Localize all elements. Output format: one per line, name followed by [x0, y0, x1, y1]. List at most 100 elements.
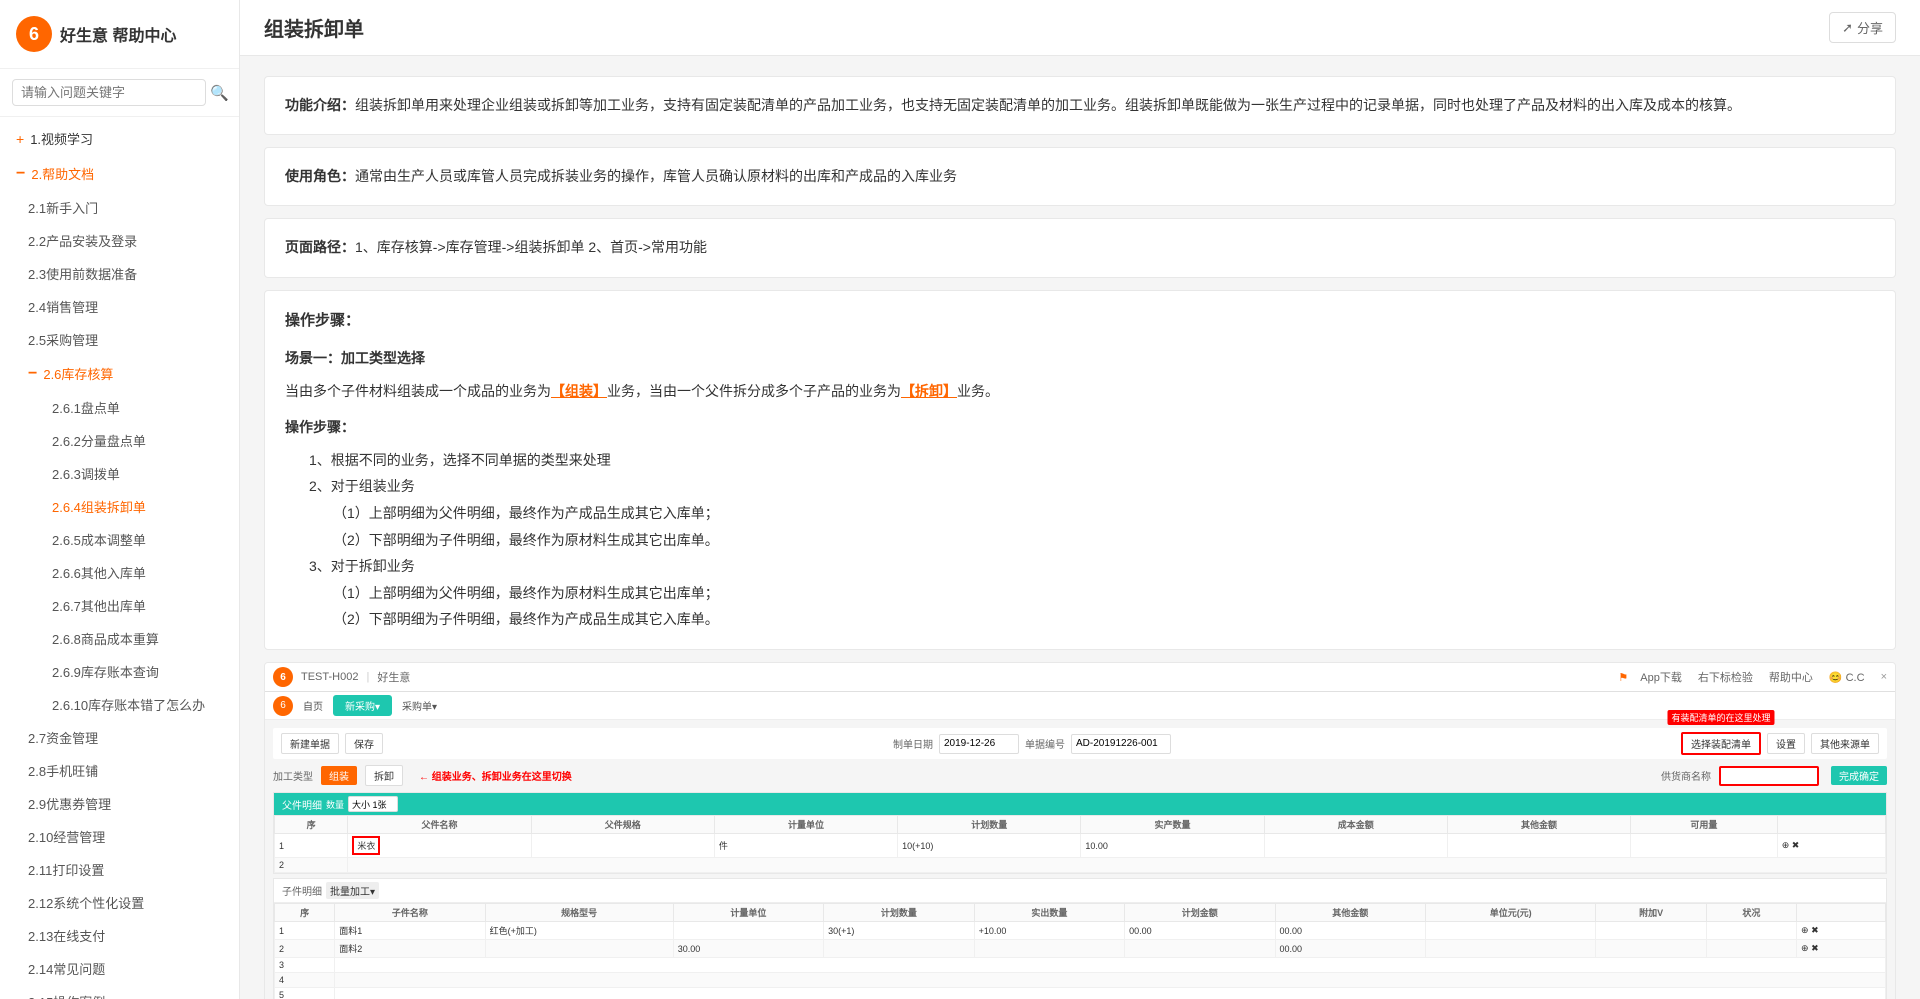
- sidebar-item-266[interactable]: 2.6.6其他入库单: [16, 556, 239, 589]
- table-row: 2 面料2 30.00 00.00: [275, 940, 1886, 958]
- mock-date-input[interactable]: [939, 734, 1019, 754]
- page-title: 组装拆卸单: [264, 13, 364, 42]
- operations-card: 操作步骤： 场景一：加工类型选择 当由多个子件材料组装成一个成品的业务为【组装】…: [264, 290, 1896, 650]
- mock-upper-table-container: 父件明细 数量 序 父件名称 父件规格 计量单位: [273, 792, 1887, 874]
- nav-section: + 1.视频学习 − 2.帮助文档 2.1新手入门 2.2产品安装及登录 2.3…: [0, 117, 239, 999]
- mock-disassembly-btn[interactable]: 拆卸: [365, 765, 403, 786]
- sidebar-item-211[interactable]: 2.11打印设置: [0, 853, 239, 886]
- step1: 1、根据不同的业务，选择不同单据的类型来处理: [309, 447, 1875, 474]
- sidebar-item-28[interactable]: 2.8手机旺铺: [0, 754, 239, 787]
- mock-nav-home[interactable]: 自页: [297, 696, 329, 715]
- steps-list: 1、根据不同的业务，选择不同单据的类型来处理 2、对于组装业务 （1）上部明细为…: [285, 447, 1875, 633]
- search-input[interactable]: [12, 79, 206, 106]
- sidebar-item-215[interactable]: 2.15操作案例: [0, 985, 239, 999]
- sidebar-item-269[interactable]: 2.6.9库存账本查询: [16, 655, 239, 688]
- app-logo-icon: 6: [16, 16, 52, 52]
- sidebar-item-264[interactable]: 2.6.4组装拆卸单: [16, 490, 239, 523]
- mock-assembly-btn[interactable]: 组装: [321, 766, 357, 785]
- type-toggle-row: 加工类型 组装 拆卸 ← 组装业务、拆卸业务在这里切换 供货商名称 完成确定 启…: [273, 765, 1887, 786]
- collapse-icon-inventory: −: [28, 365, 37, 383]
- sidebar-item-262[interactable]: 2.6.2分量盘点单: [16, 424, 239, 457]
- path-text: 1、库存核算->库存管理->组装拆卸单 2、首页->常用功能: [355, 239, 707, 255]
- mock-supplier-input[interactable]: [1719, 766, 1819, 786]
- step2: 2、对于组装业务: [309, 473, 1875, 500]
- mock-title-id: TEST-H002: [301, 671, 358, 683]
- intro-card: 功能介绍：组装拆卸单用来处理企业组装或拆卸等加工业务，支持有固定装配清单的产品加…: [264, 76, 1896, 135]
- sidebar-item-video[interactable]: + 1.视频学习: [0, 121, 239, 156]
- share-button[interactable]: ➚ 分享: [1829, 12, 1896, 43]
- mock-nav-main[interactable]: 新采购▾: [333, 695, 392, 716]
- sidebar-item-inventory[interactable]: − 2.6库存核算: [0, 356, 239, 391]
- mock-confirm-btn[interactable]: 完成确定: [1831, 766, 1887, 785]
- mock-qty-input[interactable]: [348, 796, 398, 812]
- sidebar-item-214[interactable]: 2.14常见问题: [0, 952, 239, 985]
- mock-upper-table: 序 父件名称 父件规格 计量单位 计划数量 实产数量 成本金额 其他金额 可用量: [274, 815, 1886, 873]
- collapse-icon: −: [16, 165, 25, 183]
- sidebar-item-data-prep[interactable]: 2.3使用前数据准备: [0, 257, 239, 290]
- path-label: 页面路径：: [285, 239, 355, 255]
- annotation4-area: ← 组装业务、拆卸业务在这里切换: [419, 768, 572, 783]
- mock-lower-table-header: 子件明细 批量加工▾: [274, 879, 1886, 903]
- topbar: 组装拆卸单 ➚ 分享: [240, 0, 1920, 56]
- sidebar-item-27[interactable]: 2.7资金管理: [0, 721, 239, 754]
- mock-btn-other2[interactable]: 其他来源单: [1811, 733, 1879, 754]
- app-name: 好生意 帮助中心: [60, 22, 176, 46]
- mock-btn-save[interactable]: 保存: [345, 733, 383, 754]
- mock-icons: ⚑: [1618, 671, 1628, 684]
- sidebar-item-newbie[interactable]: 2.1新手入门: [0, 191, 239, 224]
- mock-upper-table-header: 父件明细 数量: [274, 793, 1886, 815]
- mock-lower-table: 序 子件名称 规格型号 计量单位 计划数量 实出数量 计划金额 其他金额 单位元…: [274, 903, 1886, 999]
- search-button[interactable]: 🔍: [206, 84, 233, 102]
- sidebar-item-sales[interactable]: 2.4销售管理: [0, 290, 239, 323]
- step3-details: （1）上部明细为父件明细，最终作为原材料生成其它出库单； （2）下部明细为子件明…: [309, 580, 1875, 633]
- sidebar-item-210[interactable]: 2.10经营管理: [0, 820, 239, 853]
- sidebar-item-purchase[interactable]: 2.5采购管理: [0, 323, 239, 356]
- table-row-empty: 3: [275, 958, 1886, 973]
- sidebar-item-267[interactable]: 2.6.7其他出库单: [16, 589, 239, 622]
- sidebar: 6 好生意 帮助中心 🔍 + 1.视频学习 − 2.帮助文档 2.1新手入门 2…: [0, 0, 240, 999]
- path-card: 页面路径：1、库存核算->库存管理->组装拆卸单 2、首页->常用功能: [264, 218, 1896, 277]
- mock-nav-purchase[interactable]: 采购单▾: [396, 696, 443, 715]
- scene1-title: 场景一：加工类型选择: [285, 345, 1875, 372]
- sidebar-item-212[interactable]: 2.12系统个性化设置: [0, 886, 239, 919]
- content-area: 功能介绍：组装拆卸单用来处理企业组装或拆卸等加工业务，支持有固定装配清单的产品加…: [240, 56, 1920, 999]
- mock-nav-logo: 6: [273, 696, 293, 716]
- assembly-link[interactable]: 【组装】: [551, 383, 607, 399]
- operations-steps-title: 操作步骤：: [285, 414, 1875, 441]
- sidebar-item-install[interactable]: 2.2产品安装及登录: [0, 224, 239, 257]
- sidebar-item-213[interactable]: 2.13在线支付: [0, 919, 239, 952]
- scene1-desc: 当由多个子件材料组装成一个成品的业务为【组装】业务，当由一个父件拆分成多个子产品…: [285, 378, 1875, 405]
- mock-assembly-list-btn[interactable]: 选择装配清单: [1681, 732, 1761, 755]
- sidebar-item-29[interactable]: 2.9优惠券管理: [0, 787, 239, 820]
- annotation1-label: 有装配清单的在这里处理: [1667, 710, 1774, 725]
- mock-process-type-label: 加工类型: [273, 768, 313, 783]
- step3-2: （2）下部明细为子件明细，最终作为产成品生成其它入库单。: [333, 606, 1875, 633]
- annotation4-text: ← 组装业务、拆卸业务在这里切换: [419, 768, 572, 783]
- disassembly-link[interactable]: 【拆卸】: [901, 383, 957, 399]
- mock-btn-other1[interactable]: 设置: [1767, 733, 1805, 754]
- sidebar-sub-items: 2.1新手入门 2.2产品安装及登录 2.3使用前数据准备 2.4销售管理 2.…: [0, 191, 239, 999]
- mock-supplier-label: 供货商名称: [1661, 768, 1711, 783]
- sidebar-item-268[interactable]: 2.6.8商品成本重算: [16, 622, 239, 655]
- step2-2: （2）下部明细为子件明细，最终作为原材料生成其它出库单。: [333, 527, 1875, 554]
- table-row: 1 米衣 件 10(+10) 10.00: [275, 834, 1886, 858]
- mock-app-desc: 好生意: [377, 669, 410, 685]
- share-icon: ➚: [1842, 20, 1853, 36]
- expand-icon: +: [16, 131, 24, 147]
- sidebar-item-261[interactable]: 2.6.1盘点单: [16, 391, 239, 424]
- step3-1: （1）上部明细为父件明细，最终作为原材料生成其它出库单；: [333, 580, 1875, 607]
- mock-title-sep: |: [366, 671, 369, 683]
- mock-screen: 6 TEST-H002 | 好生意 ⚑ App下载 右下标检验 帮助中心 😊 C…: [265, 663, 1895, 999]
- mock-body: 新建单据 保存 制单日期 单据编号 选择装配清单 有装配清单的在这里处理: [265, 720, 1895, 999]
- mock-order-input[interactable]: [1071, 734, 1171, 754]
- mock-top-toolbar: 新建单据 保存 制单日期 单据编号 选择装配清单 有装配清单的在这里处理: [273, 728, 1887, 759]
- role-card: 使用角色：通常由生产人员或库管人员完成拆装业务的操作，库管人员确认原材料的出库和…: [264, 147, 1896, 206]
- intro-label: 功能介绍：: [285, 97, 355, 113]
- sidebar-item-help-docs[interactable]: − 2.帮助文档: [0, 156, 239, 191]
- mock-titlebar: 6 TEST-H002 | 好生意 ⚑ App下载 右下标检验 帮助中心 😊 C…: [265, 663, 1895, 692]
- sidebar-item-265[interactable]: 2.6.5成本调整单: [16, 523, 239, 556]
- sidebar-item-2610[interactable]: 2.6.10库存账本错了怎么办: [16, 688, 239, 721]
- sidebar-item-263[interactable]: 2.6.3调拨单: [16, 457, 239, 490]
- mock-btn-new[interactable]: 新建单据: [281, 733, 339, 754]
- table-row-empty: 5: [275, 988, 1886, 999]
